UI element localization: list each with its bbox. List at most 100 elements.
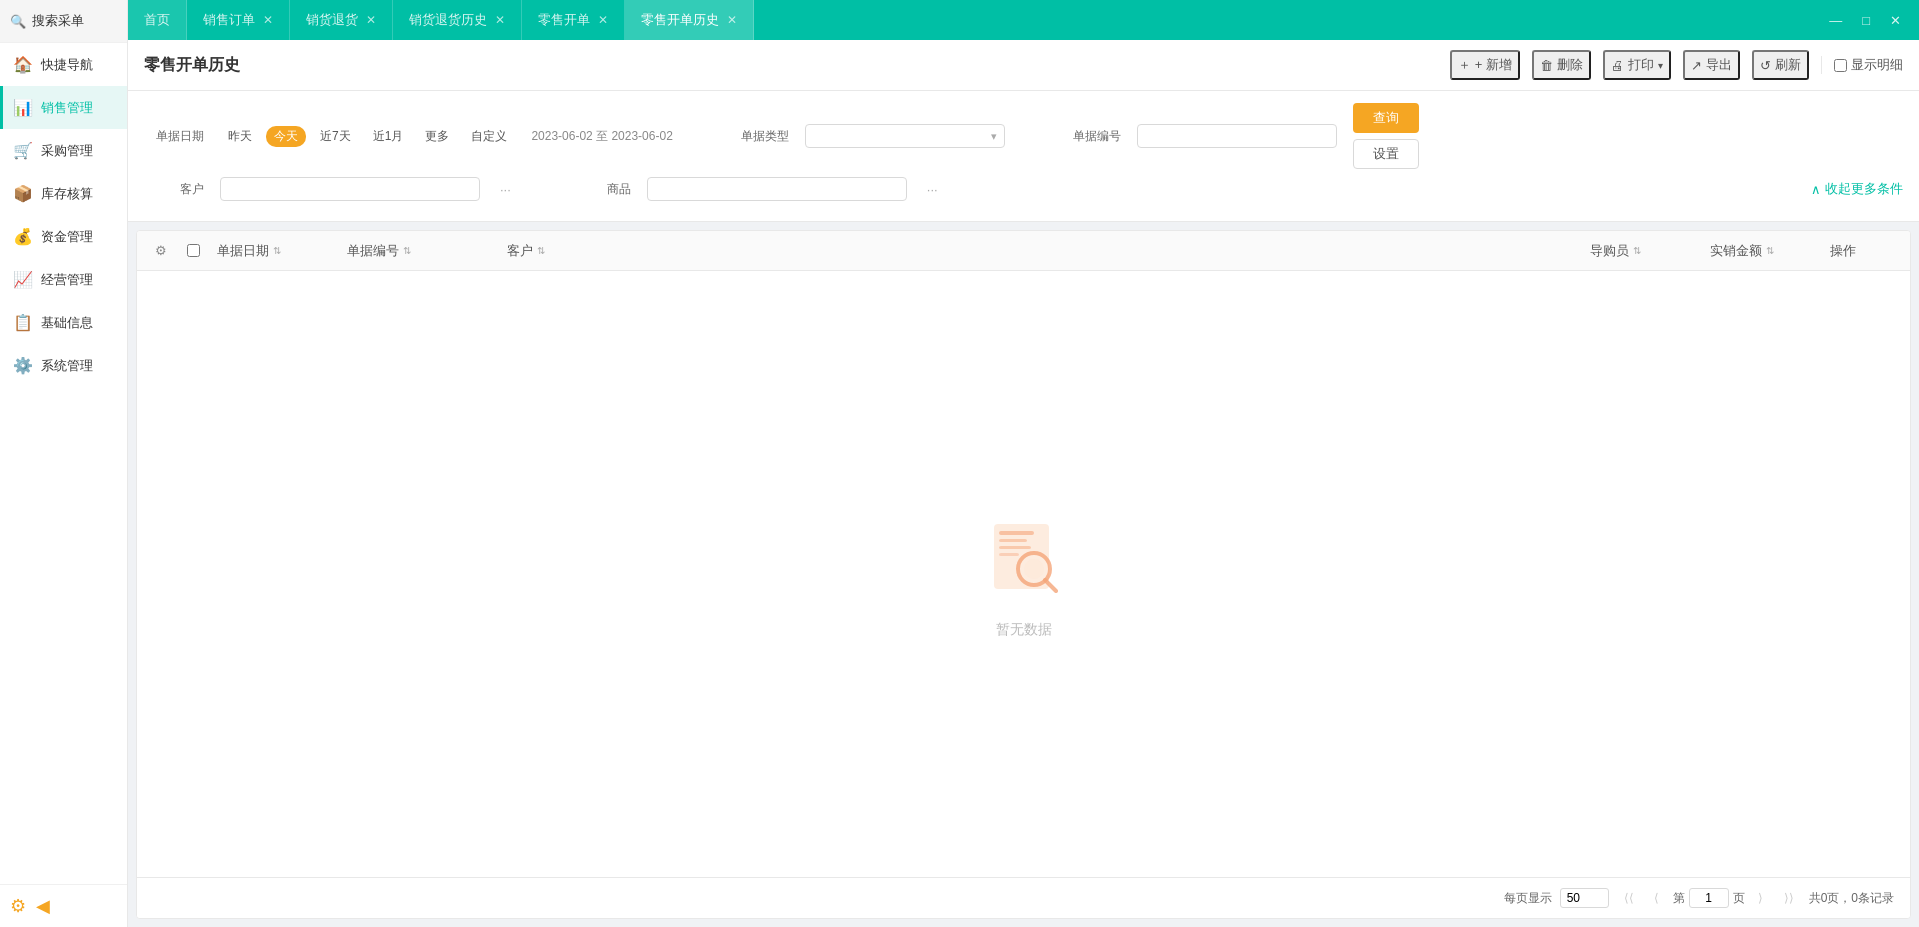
- sidebar-item-basic-info[interactable]: 📋 基础信息: [0, 301, 127, 344]
- customer-ellipsis[interactable]: ···: [496, 182, 515, 197]
- refresh-icon: ↺: [1760, 58, 1771, 73]
- shortcut-1month[interactable]: 近1月: [365, 126, 412, 147]
- sidebar-item-inventory[interactable]: 📦 库存核算: [0, 172, 127, 215]
- th-customer-label: 客户: [507, 242, 533, 260]
- delete-button[interactable]: 🗑 删除: [1532, 50, 1591, 80]
- tab-sales-return-history[interactable]: 销货退货历史 ✕: [393, 0, 522, 40]
- window-controls: — □ ✕: [1823, 11, 1919, 30]
- settings-button[interactable]: 设置: [1353, 139, 1419, 169]
- money-icon: 💰: [13, 227, 33, 246]
- close-btn[interactable]: ✕: [1884, 11, 1907, 30]
- customer-label: 客户: [144, 181, 204, 198]
- box-icon: 📦: [13, 184, 33, 203]
- sidebar-item-sys-mgmt[interactable]: ⚙️ 系统管理: [0, 344, 127, 387]
- chart-icon: 📊: [13, 98, 33, 117]
- sidebar-item-label: 快捷导航: [41, 56, 93, 74]
- collapse-btn[interactable]: ∧ 收起更多条件: [1811, 180, 1903, 198]
- svg-rect-1: [999, 531, 1034, 535]
- cart-icon: 🛒: [13, 141, 33, 160]
- tab-retail-open-close[interactable]: ✕: [598, 13, 608, 27]
- tab-sales-order-close[interactable]: ✕: [263, 13, 273, 27]
- filter-area: 单据日期 昨天 今天 近7天 近1月 更多 自定义 2023-06-02 至 2…: [128, 91, 1919, 222]
- display-detail-checkbox[interactable]: [1834, 59, 1847, 72]
- th-date-sort[interactable]: ⇅: [273, 245, 281, 256]
- sidebar-search[interactable]: 🔍 搜索采单: [0, 0, 127, 43]
- tab-sales-return-history-close[interactable]: ✕: [495, 13, 505, 27]
- sidebar-item-label: 采购管理: [41, 142, 93, 160]
- sidebar-item-label: 销售管理: [41, 99, 93, 117]
- first-page-btn[interactable]: ⟨⟨: [1617, 886, 1641, 910]
- total-info: 共0页，0条记录: [1809, 890, 1894, 907]
- shortcut-custom[interactable]: 自定义: [463, 126, 515, 147]
- trend-icon: 📈: [13, 270, 33, 289]
- th-amount: 实销金额 ⇅: [1702, 242, 1822, 260]
- tab-sales-return-label: 销货退货: [306, 11, 358, 29]
- print-button[interactable]: 🖨 打印 ▾: [1603, 50, 1671, 80]
- refresh-button[interactable]: ↺ 刷新: [1752, 50, 1809, 80]
- th-customer-sort[interactable]: ⇅: [537, 245, 545, 256]
- tab-sales-return[interactable]: 销货退货 ✕: [290, 0, 393, 40]
- tab-retail-open[interactable]: 零售开单 ✕: [522, 0, 625, 40]
- next-page-btn[interactable]: ⟩: [1749, 886, 1773, 910]
- bill-type-select[interactable]: [805, 124, 1005, 148]
- print-arrow-icon: ▾: [1658, 60, 1663, 71]
- shortcut-yesterday[interactable]: 昨天: [220, 126, 260, 147]
- shortcut-more[interactable]: 更多: [417, 126, 457, 147]
- footer-settings-btn[interactable]: ⚙: [10, 895, 26, 917]
- tab-home[interactable]: 首页: [128, 0, 187, 40]
- refresh-label: 刷新: [1775, 56, 1801, 74]
- th-date: 单据日期 ⇅: [209, 242, 339, 260]
- customer-input[interactable]: [220, 177, 480, 201]
- shortcut-7days[interactable]: 近7天: [312, 126, 359, 147]
- footer-collapse-btn[interactable]: ◀: [36, 895, 50, 917]
- add-label: + 新增: [1475, 56, 1512, 74]
- bill-no-input[interactable]: [1137, 124, 1337, 148]
- svg-rect-2: [999, 539, 1027, 542]
- query-button[interactable]: 查询: [1353, 103, 1419, 133]
- select-all-checkbox[interactable]: [187, 244, 200, 257]
- collapse-icon: ∧: [1811, 182, 1821, 197]
- page-input[interactable]: [1689, 888, 1729, 908]
- print-label: 打印: [1628, 56, 1654, 74]
- tab-retail-open-history[interactable]: 零售开单历史 ✕: [625, 0, 754, 40]
- toolbar-divider: [1821, 56, 1822, 74]
- goods-ellipsis[interactable]: ···: [923, 182, 942, 197]
- maximize-btn[interactable]: □: [1856, 11, 1876, 30]
- display-detail-toggle[interactable]: 显示明细: [1834, 56, 1903, 74]
- goods-input[interactable]: [647, 177, 907, 201]
- sidebar-nav: 🏠 快捷导航 📊 销售管理 🛒 采购管理 📦 库存核算 💰 资金管理 📈 经营管…: [0, 43, 127, 884]
- th-customer: 客户 ⇅: [499, 242, 1582, 260]
- add-button[interactable]: ＋ + 新增: [1450, 50, 1520, 80]
- prev-page-btn[interactable]: ⟨: [1645, 886, 1669, 910]
- tab-sales-order[interactable]: 销售订单 ✕: [187, 0, 290, 40]
- page-title: 零售开单历史: [144, 55, 240, 76]
- tab-sales-return-close[interactable]: ✕: [366, 13, 376, 27]
- sidebar-item-label: 基础信息: [41, 314, 93, 332]
- last-page-btn[interactable]: ⟩⟩: [1777, 886, 1801, 910]
- bill-type-label: 单据类型: [729, 128, 789, 145]
- per-page-select[interactable]: 10 20 50 100: [1560, 888, 1609, 908]
- sidebar-item-finance[interactable]: 💰 资金管理: [0, 215, 127, 258]
- shortcut-today[interactable]: 今天: [266, 126, 306, 147]
- minimize-btn[interactable]: —: [1823, 11, 1848, 30]
- th-guide-sort[interactable]: ⇅: [1633, 245, 1641, 256]
- sidebar-item-quick-nav[interactable]: 🏠 快捷导航: [0, 43, 127, 86]
- column-settings-btn[interactable]: ⚙: [145, 243, 177, 258]
- date-label: 单据日期: [144, 128, 204, 145]
- tab-retail-open-history-close[interactable]: ✕: [727, 13, 737, 27]
- export-label: 导出: [1706, 56, 1732, 74]
- svg-rect-3: [999, 546, 1031, 549]
- select-all-checkbox-cell: [177, 244, 209, 257]
- th-no-sort[interactable]: ⇅: [403, 245, 411, 256]
- th-no-label: 单据编号: [347, 242, 399, 260]
- tab-retail-open-label: 零售开单: [538, 11, 590, 29]
- sidebar-item-label: 资金管理: [41, 228, 93, 246]
- sidebar-item-sales-mgmt[interactable]: 📊 销售管理: [0, 86, 127, 129]
- sidebar-item-purchase-mgmt[interactable]: 🛒 采购管理: [0, 129, 127, 172]
- th-amount-sort[interactable]: ⇅: [1766, 245, 1774, 256]
- export-button[interactable]: ↗ 导出: [1683, 50, 1740, 80]
- th-date-label: 单据日期: [217, 242, 269, 260]
- sidebar-item-operations[interactable]: 📈 经营管理: [0, 258, 127, 301]
- date-shortcuts: 昨天 今天 近7天 近1月 更多 自定义: [220, 126, 515, 147]
- sidebar-item-label: 经营管理: [41, 271, 93, 289]
